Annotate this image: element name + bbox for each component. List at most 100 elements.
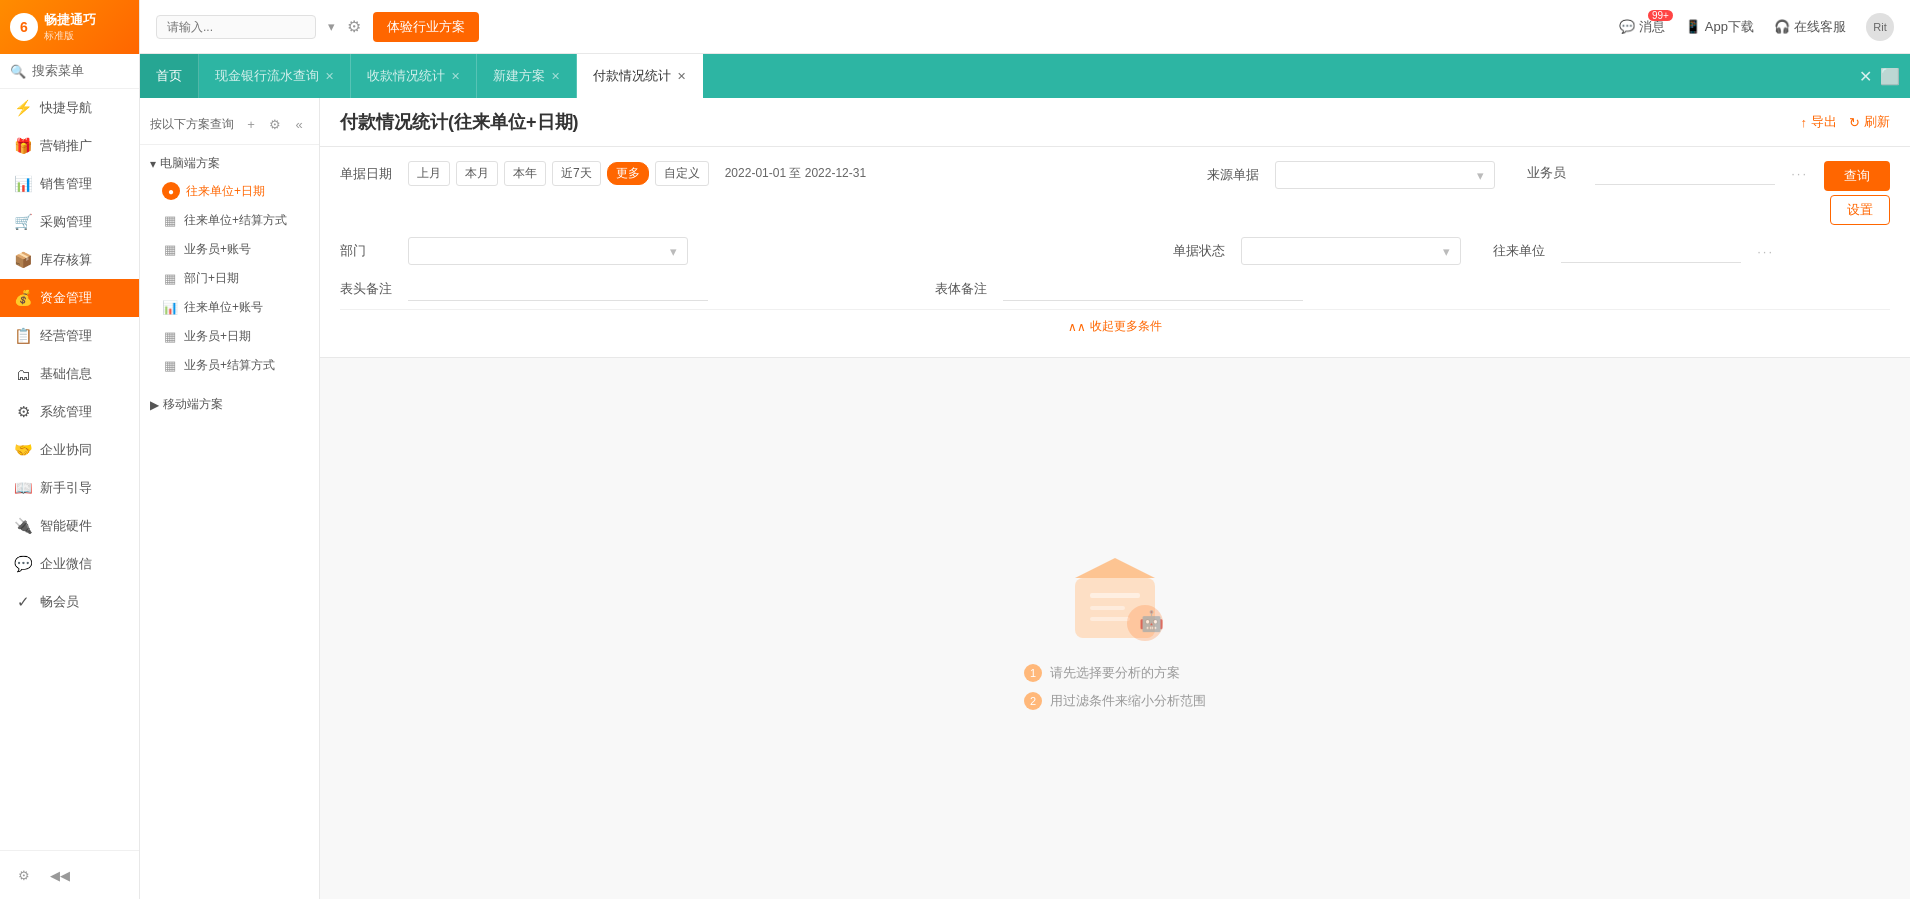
date-buttons: 上月 本月 本年 近7天 更多 自定义 [408, 161, 709, 186]
add-scheme-btn[interactable]: + [241, 114, 261, 134]
sidebar-subtitle: 标准版 [44, 29, 96, 43]
user-avatar[interactable]: Rit [1866, 13, 1894, 41]
sidebar-item-purchase[interactable]: 🛒采购管理 [0, 203, 139, 241]
scheme-dept-date[interactable]: ▦ 部门+日期 [140, 264, 319, 293]
finance-label: 资金管理 [40, 289, 92, 307]
svg-rect-4 [1090, 617, 1130, 621]
sidebar-item-vip[interactable]: ✓畅会员 [0, 583, 139, 621]
close-window-btn[interactable]: ✕ [1859, 67, 1872, 86]
tab-new-plan[interactable]: 新建方案✕ [477, 54, 577, 98]
scheme-partner-date[interactable]: ● 往来单位+日期 [140, 176, 319, 206]
last-7days-btn[interactable]: 近7天 [552, 161, 601, 186]
scheme-partner-date-label: 往来单位+日期 [186, 183, 265, 200]
settings-footer-btn[interactable]: ⚙ [10, 861, 38, 889]
scheme-partner-account[interactable]: 📊 往来单位+账号 [140, 293, 319, 322]
sidebar-item-inventory[interactable]: 📦库存核算 [0, 241, 139, 279]
topbar-gear-icon[interactable]: ⚙ [347, 17, 361, 36]
table-icon-5: ▦ [162, 358, 178, 374]
marketing-label: 营销推广 [40, 137, 92, 155]
tab-receipts[interactable]: 收款情况统计 ✕ [351, 54, 477, 98]
messages-btn[interactable]: 💬 消息 99+ [1619, 18, 1665, 36]
source-select[interactable]: ▾ [1275, 161, 1495, 189]
export-btn[interactable]: ↑ 导出 [1801, 113, 1838, 131]
this-year-btn[interactable]: 本年 [504, 161, 546, 186]
query-btn[interactable]: 查询 [1824, 161, 1890, 191]
svg-rect-2 [1090, 593, 1140, 598]
sidebar-item-collab[interactable]: 🤝企业协同 [0, 431, 139, 469]
date-range-display: 2022-01-01 至 2022-12-31 [725, 165, 1207, 182]
scheme-partner-settle[interactable]: ▦ 往来单位+结算方式 [140, 206, 319, 235]
page-title-bar: 付款情况统计(往来单位+日期) ↑ 导出 ↻ 刷新 [320, 98, 1910, 147]
inventory-icon: 📦 [14, 251, 32, 269]
staff-input[interactable] [1595, 161, 1775, 185]
collapse-panel-btn[interactable]: « [289, 114, 309, 134]
sidebar-item-hardware[interactable]: 🔌智能硬件 [0, 507, 139, 545]
dept-select[interactable]: ▾ [408, 237, 688, 265]
trial-btn[interactable]: 体验行业方案 [373, 12, 479, 42]
online-service-btn[interactable]: 🎧 在线客服 [1774, 18, 1846, 36]
source-select-arrow: ▾ [1477, 168, 1484, 183]
purchase-label: 采购管理 [40, 213, 92, 231]
body-note-input[interactable] [1003, 277, 1303, 301]
active-scheme-icon: ● [162, 182, 180, 200]
sidebar-item-operation[interactable]: 📋经营管理 [0, 317, 139, 355]
this-month-btn[interactable]: 本月 [456, 161, 498, 186]
partner-input[interactable] [1561, 239, 1741, 263]
sidebar-item-wechat[interactable]: 💬企业微信 [0, 545, 139, 583]
app-download-btn[interactable]: 📱 App下载 [1685, 18, 1754, 36]
topbar-right: 💬 消息 99+ 📱 App下载 🎧 在线客服 Rit [1619, 13, 1894, 41]
scheme-staff-account[interactable]: ▦ 业务员+账号 [140, 235, 319, 264]
dept-filter-label: 部门 [340, 242, 400, 260]
messages-badge: 99+ [1648, 10, 1673, 21]
scheme-staff-settle[interactable]: ▦ 业务员+结算方式 [140, 351, 319, 380]
tab-close-payments[interactable]: ✕ [677, 70, 686, 83]
table-icon-2: ▦ [162, 242, 178, 258]
filter-settings-btn[interactable]: 设置 [1830, 195, 1890, 225]
tab-bank[interactable]: 现金银行流水查询✕ [199, 54, 351, 98]
tab-home[interactable]: 首页 [140, 54, 199, 98]
source-filter-label: 来源单据 [1207, 166, 1267, 184]
collapse-sidebar-btn[interactable]: ◀◀ [46, 861, 74, 889]
custom-date-btn[interactable]: 自定义 [655, 161, 709, 186]
maximize-btn[interactable]: ⬜ [1880, 67, 1900, 86]
tab-close-new-plan[interactable]: ✕ [551, 70, 560, 83]
header-note-input[interactable] [408, 277, 708, 301]
voucher-status-label: 单据状态 [1173, 242, 1233, 260]
scheme-settings-btn[interactable]: ⚙ [265, 114, 285, 134]
sales-icon: 📊 [14, 175, 32, 193]
staff-more-btn[interactable]: ··· [1791, 166, 1808, 181]
topbar-dropdown-arrow[interactable]: ▾ [328, 19, 335, 34]
search-menu[interactable]: 🔍 搜索菜单 [0, 54, 139, 89]
sidebar-item-finance[interactable]: 💰资金管理 [0, 279, 139, 317]
tab-label-home: 首页 [156, 67, 182, 85]
topbar-search-input[interactable] [156, 15, 316, 39]
sidebar-item-system[interactable]: ⚙系统管理 [0, 393, 139, 431]
scheme-staff-date[interactable]: ▦ 业务员+日期 [140, 322, 319, 351]
tab-close-bank[interactable]: ✕ [325, 70, 334, 83]
more-dates-btn[interactable]: 更多 [607, 162, 649, 185]
staff-filter-label: 业务员 [1527, 164, 1587, 182]
basic-info-label: 基础信息 [40, 365, 92, 383]
dept-select-arrow: ▾ [670, 244, 677, 259]
tab-payments[interactable]: 付款情况统计✕ [577, 54, 703, 98]
sidebar-item-marketing[interactable]: 🎁营销推广 [0, 127, 139, 165]
voucher-status-select[interactable]: ▾ [1241, 237, 1461, 265]
tab-close-receipts[interactable]: ✕ [451, 70, 460, 83]
partner-more-btn[interactable]: ··· [1757, 244, 1774, 259]
scheme-panel-title: 按以下方案查询 [150, 116, 235, 133]
collab-label: 企业协同 [40, 441, 92, 459]
refresh-btn[interactable]: ↻ 刷新 [1849, 113, 1890, 131]
sidebar-item-sales[interactable]: 📊销售管理 [0, 165, 139, 203]
guide-label: 新手引导 [40, 479, 92, 497]
message-icon: 💬 [1619, 19, 1635, 34]
tab-label-receipts: 收款情况统计 [367, 67, 445, 85]
desktop-section-label: 电脑端方案 [160, 155, 220, 172]
sidebar-item-quick-nav[interactable]: ⚡快捷导航 [0, 89, 139, 127]
voucher-status-arrow: ▾ [1443, 244, 1450, 259]
last-month-btn[interactable]: 上月 [408, 161, 450, 186]
collapse-conditions-btn[interactable]: ∧∧ 收起更多条件 [340, 309, 1890, 343]
sidebar-item-guide[interactable]: 📖新手引导 [0, 469, 139, 507]
sidebar-item-basic-info[interactable]: 🗂基础信息 [0, 355, 139, 393]
mobile-section-title[interactable]: ▶ 移动端方案 [140, 392, 319, 417]
desktop-section-title[interactable]: ▾ 电脑端方案 [140, 151, 319, 176]
